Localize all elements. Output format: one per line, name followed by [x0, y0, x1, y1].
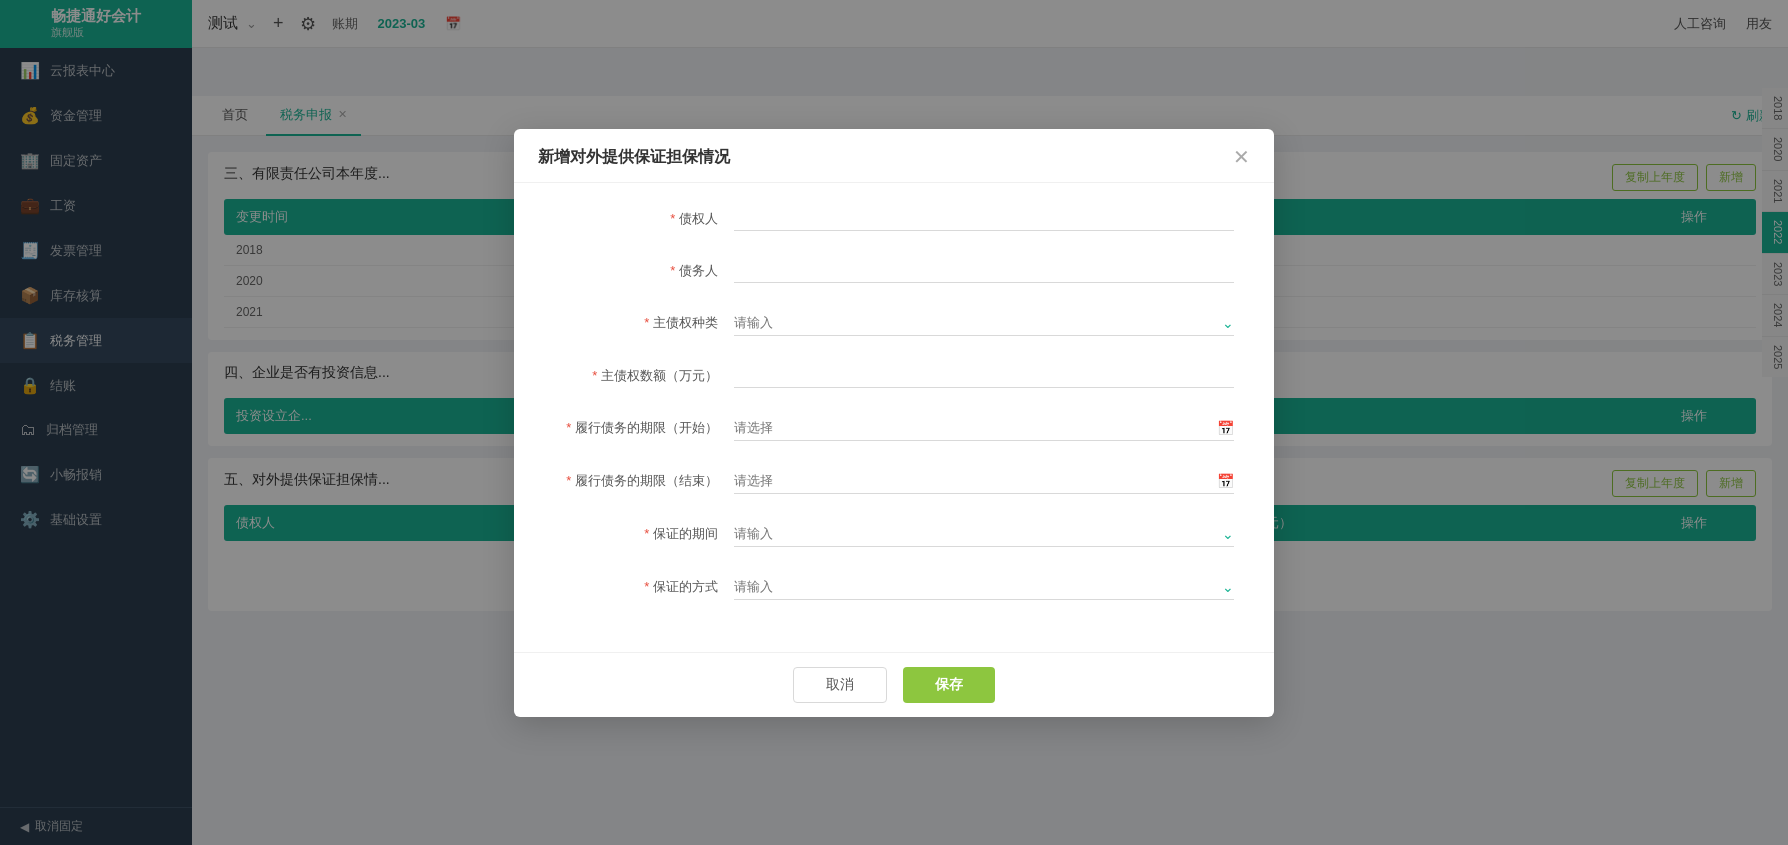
modal-close-button[interactable]: ✕: [1233, 147, 1250, 167]
label-text: 履行债务的期限（结束）: [575, 473, 718, 488]
label-text: 保证的期间: [653, 526, 718, 541]
cancel-button[interactable]: 取消: [793, 667, 887, 703]
guarantee-period-input[interactable]: [734, 526, 1222, 541]
form-row-claim-amount: * 主债权数额（万元）: [554, 364, 1234, 388]
form-label-guarantee-period: * 保证的期间: [554, 525, 734, 543]
period-start-input[interactable]: [734, 420, 1217, 435]
form-row-period-end: * 履行债务的期限（结束） 📅: [554, 469, 1234, 494]
claim-type-select-wrap: ⌄: [734, 311, 1234, 336]
guarantee-method-input[interactable]: [734, 579, 1222, 594]
label-text: 主债权数额（万元）: [601, 368, 718, 383]
period-end-wrap: 📅: [734, 469, 1234, 494]
creditor-input[interactable]: [734, 207, 1234, 231]
claim-type-input[interactable]: [734, 315, 1222, 330]
label-text: 债务人: [679, 263, 718, 278]
form-label-debtor: * 债务人: [554, 262, 734, 280]
label-text: 债权人: [679, 211, 718, 226]
guarantee-period-arrow-icon[interactable]: ⌄: [1222, 526, 1234, 542]
label-text: 主债权种类: [653, 315, 718, 330]
form-row-claim-type: * 主债权种类 ⌄: [554, 311, 1234, 336]
modal-dialog: 新增对外提供保证担保情况 ✕ * 债权人 * 债务人: [514, 129, 1274, 717]
label-text: 保证的方式: [653, 579, 718, 594]
period-start-calendar-icon[interactable]: 📅: [1217, 420, 1234, 436]
form-row-debtor: * 债务人: [554, 259, 1234, 283]
required-mark: *: [644, 315, 649, 330]
required-mark: *: [670, 263, 675, 278]
form-label-guarantee-method: * 保证的方式: [554, 578, 734, 596]
form-label-period-end: * 履行债务的期限（结束）: [554, 472, 734, 490]
modal-header: 新增对外提供保证担保情况 ✕: [514, 129, 1274, 183]
required-mark: *: [566, 420, 571, 435]
form-label-period-start: * 履行债务的期限（开始）: [554, 419, 734, 437]
modal-overlay: 新增对外提供保证担保情况 ✕ * 债权人 * 债务人: [0, 0, 1788, 845]
modal-body: * 债权人 * 债务人 * 主债权种类: [514, 183, 1274, 652]
period-end-input[interactable]: [734, 473, 1217, 488]
guarantee-method-arrow-icon[interactable]: ⌄: [1222, 579, 1234, 595]
label-text: 履行债务的期限（开始）: [575, 420, 718, 435]
form-label-creditor: * 债权人: [554, 210, 734, 228]
form-row-guarantee-period: * 保证的期间 ⌄: [554, 522, 1234, 547]
save-button[interactable]: 保存: [903, 667, 995, 703]
required-mark: *: [670, 211, 675, 226]
claim-type-arrow-icon[interactable]: ⌄: [1222, 315, 1234, 331]
modal-footer: 取消 保存: [514, 652, 1274, 717]
required-mark: *: [644, 579, 649, 594]
debtor-input[interactable]: [734, 259, 1234, 283]
guarantee-method-select-wrap: ⌄: [734, 575, 1234, 600]
period-end-calendar-icon[interactable]: 📅: [1217, 473, 1234, 489]
required-mark: *: [566, 473, 571, 488]
form-row-period-start: * 履行债务的期限（开始） 📅: [554, 416, 1234, 441]
modal-title: 新增对外提供保证担保情况: [538, 147, 730, 168]
form-row-guarantee-method: * 保证的方式 ⌄: [554, 575, 1234, 600]
guarantee-period-select-wrap: ⌄: [734, 522, 1234, 547]
form-label-claim-type: * 主债权种类: [554, 314, 734, 332]
required-mark: *: [644, 526, 649, 541]
required-mark: *: [592, 368, 597, 383]
period-start-wrap: 📅: [734, 416, 1234, 441]
claim-amount-input[interactable]: [734, 364, 1234, 388]
form-label-claim-amount: * 主债权数额（万元）: [554, 367, 734, 385]
form-row-creditor: * 债权人: [554, 207, 1234, 231]
